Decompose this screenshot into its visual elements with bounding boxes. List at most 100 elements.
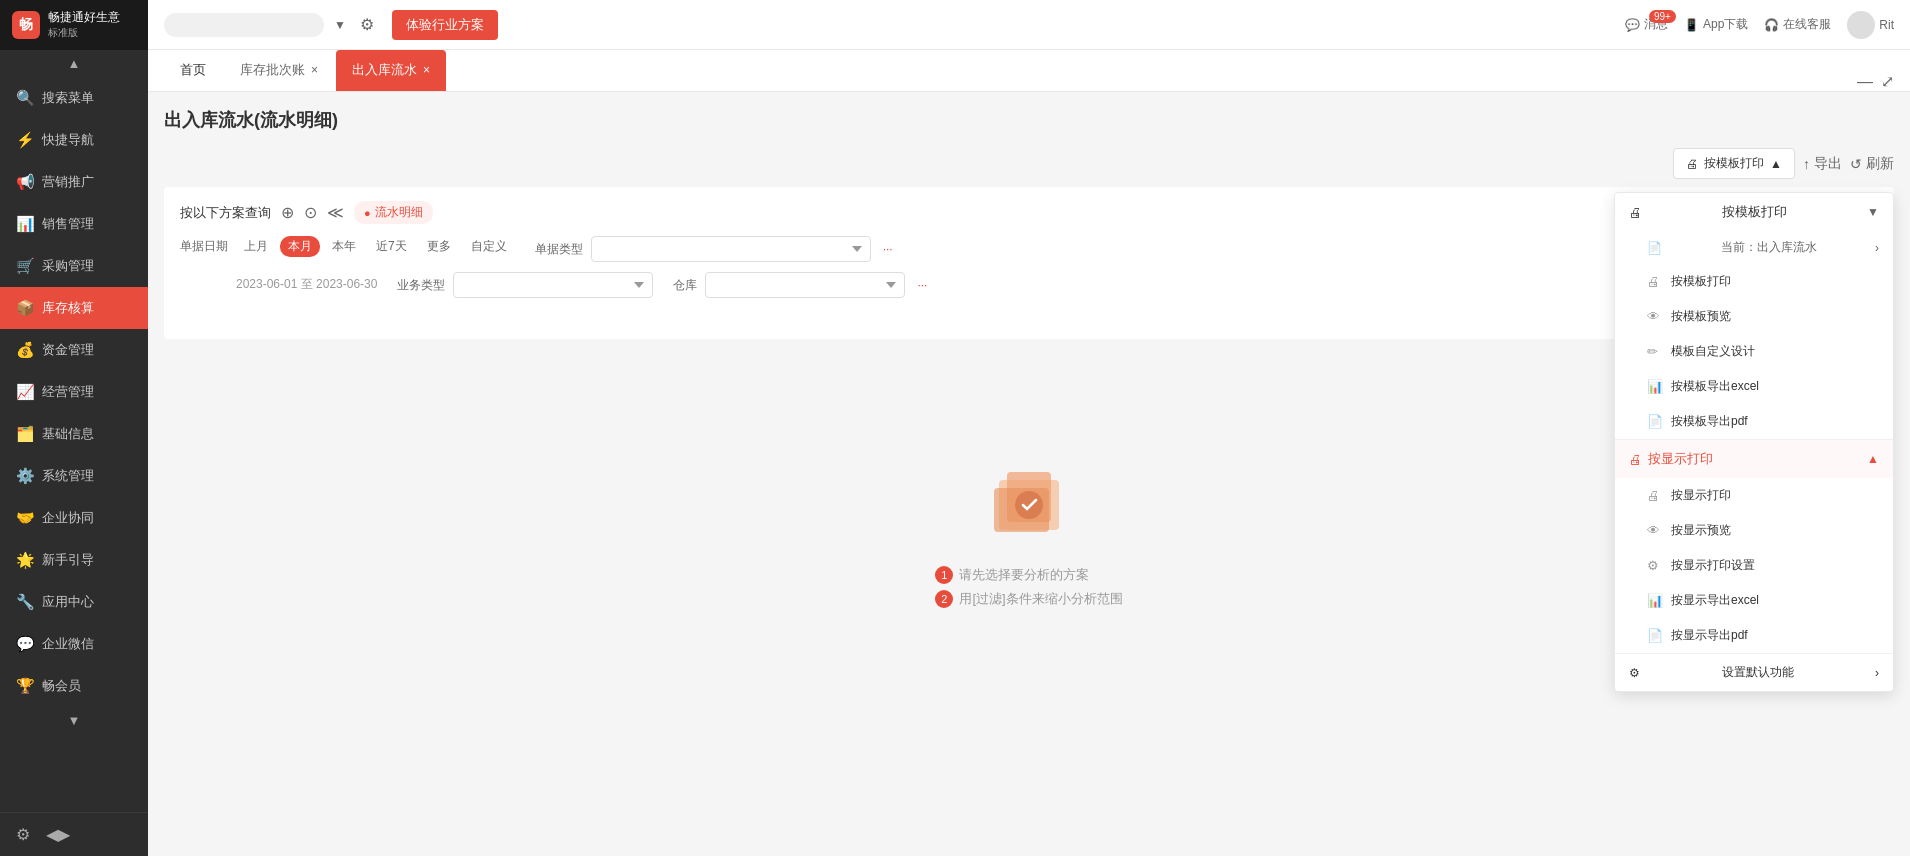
export-btn[interactable]: ↑ 导出 — [1803, 155, 1842, 173]
sidebar-item-operations[interactable]: 📈 经营管理 — [0, 371, 148, 413]
display-excel-label: 按显示导出excel — [1671, 592, 1759, 609]
sidebar-item-marketing[interactable]: 📢 营销推广 — [0, 161, 148, 203]
print-template-btn[interactable]: 🖨 按模板打印 ▲ — [1673, 148, 1795, 179]
sidebar-item-label: 快捷导航 — [42, 131, 94, 149]
filter-warehouse-group: 仓库 ··· — [673, 272, 927, 298]
sidebar-item-purchase[interactable]: 🛒 采购管理 — [0, 245, 148, 287]
display-print-toggle[interactable]: 🖨 按显示打印 ▲ — [1615, 440, 1893, 478]
date-tab-custom[interactable]: 自定义 — [463, 236, 515, 257]
display-print-item[interactable]: 🖨 按显示打印 — [1615, 478, 1893, 513]
sidebar-item-collab[interactable]: 🤝 企业协同 — [0, 497, 148, 539]
display-pdf-item[interactable]: 📄 按显示导出pdf — [1615, 618, 1893, 653]
tab-minimize-btn[interactable]: — — [1857, 73, 1873, 91]
filter-warehouse-more-btn[interactable]: ··· — [917, 278, 927, 292]
filter-collapse-btn[interactable]: ≪ — [327, 203, 344, 222]
user-avatar-btn[interactable]: Rit — [1847, 11, 1894, 39]
filter-business-type-label: 业务类型 — [397, 277, 445, 294]
template-preview-item[interactable]: 👁 按模板预览 — [1615, 299, 1893, 334]
filter-bill-more-btn[interactable]: ··· — [883, 242, 893, 256]
step-2-num: 2 — [935, 590, 953, 608]
operations-icon: 📈 — [16, 383, 34, 401]
search-dropdown-icon[interactable]: ▼ — [334, 18, 346, 32]
sidebar-item-system[interactable]: ⚙️ 系统管理 — [0, 455, 148, 497]
topbar: ▼ ⚙ 体验行业方案 💬 消息 99+ 📱 App下载 🎧 在线客服 Rit — [148, 0, 1910, 50]
filter-add-btn[interactable]: ⊕ — [281, 203, 294, 222]
empty-steps: 1 请先选择要分析的方案 2 用[过滤]条件来缩小分析范围 — [935, 566, 1122, 614]
service-icon: 🎧 — [1764, 18, 1779, 32]
filter-tag[interactable]: ● 流水明细 — [354, 201, 433, 224]
filter-warehouse-label: 仓库 — [673, 277, 697, 294]
inventory-icon: 📦 — [16, 299, 34, 317]
sidebar-item-search[interactable]: 🔍 搜索菜单 — [0, 77, 148, 119]
warehouse-select[interactable] — [705, 272, 905, 298]
tab-flow-water[interactable]: 出入库流水 × — [336, 50, 446, 91]
dropdown-footer[interactable]: ⚙ 设置默认功能 › — [1615, 654, 1893, 691]
template-print-label: 按模板打印 — [1722, 203, 1787, 221]
settings-bottom-icon[interactable]: ⚙ — [16, 825, 30, 844]
date-tab-last-month[interactable]: 上月 — [236, 236, 276, 257]
display-preview-icon: 👁 — [1647, 523, 1663, 539]
template-print-icon: 🖨 — [1629, 205, 1642, 220]
online-service-btn[interactable]: 🎧 在线客服 — [1764, 16, 1831, 33]
sidebar-item-label: 应用中心 — [42, 593, 94, 611]
marketing-icon: 📢 — [16, 173, 34, 191]
filter-settings-btn[interactable]: ⊙ — [304, 203, 317, 222]
tabs-bar: 首页 库存批次账 × 出入库流水 × — ⤢ — [148, 50, 1910, 92]
bill-type-select[interactable] — [591, 236, 871, 262]
logo-title: 畅捷通好生意 — [48, 10, 120, 26]
template-excel-item[interactable]: 📊 按模板导出excel — [1615, 369, 1893, 404]
footer-arrow: › — [1875, 666, 1879, 680]
sidebar-item-basics[interactable]: 🗂️ 基础信息 — [0, 413, 148, 455]
apps-icon: 🔧 — [16, 593, 34, 611]
template-design-item[interactable]: ✏ 模板自定义设计 — [1615, 334, 1893, 369]
search-icon: 🔍 — [16, 89, 34, 107]
tab-home-label: 首页 — [180, 61, 206, 79]
tab-maximize-btn[interactable]: ⤢ — [1881, 72, 1894, 91]
sidebar-item-shortcut[interactable]: ⚡ 快捷导航 — [0, 119, 148, 161]
tab-batch-account-close[interactable]: × — [311, 63, 318, 77]
topbar-gear-icon[interactable]: ⚙ — [360, 15, 374, 34]
filter-date-range-group: 单据日期 2023-06-01 至 2023-06-30 — [180, 272, 377, 293]
date-tab-7days[interactable]: 近7天 — [368, 236, 415, 257]
display-print-settings-item[interactable]: ⚙ 按显示打印设置 — [1615, 548, 1893, 583]
app-logo[interactable]: 畅 畅捷通好生意 标准版 — [0, 0, 148, 50]
scroll-up-btn[interactable]: ▲ — [0, 50, 148, 77]
sidebar-nav: ▲ 🔍 搜索菜单 ⚡ 快捷导航 📢 营销推广 📊 销售管理 🛒 采购管理 📦 库… — [0, 50, 148, 812]
search-input[interactable] — [164, 13, 324, 37]
sidebar-item-sales[interactable]: 📊 销售管理 — [0, 203, 148, 245]
display-print-icon: 🖨 — [1647, 488, 1663, 504]
collapse-sidebar-icon[interactable]: ◀▶ — [46, 825, 70, 844]
scroll-down-btn[interactable]: ▼ — [0, 707, 148, 734]
template-print-header[interactable]: 🖨 按模板打印 ▼ — [1615, 193, 1893, 231]
sidebar-item-apps[interactable]: 🔧 应用中心 — [0, 581, 148, 623]
basics-icon: 🗂️ — [16, 425, 34, 443]
app-download-btn[interactable]: 📱 App下载 — [1684, 16, 1748, 33]
refresh-btn[interactable]: ↺ 刷新 — [1850, 155, 1894, 173]
date-tab-this-year[interactable]: 本年 — [324, 236, 364, 257]
sidebar-item-member[interactable]: 🏆 畅会员 — [0, 665, 148, 707]
display-excel-item[interactable]: 📊 按显示导出excel — [1615, 583, 1893, 618]
tab-flow-water-close[interactable]: × — [423, 63, 430, 77]
sidebar-item-inventory[interactable]: 📦 库存核算 — [0, 287, 148, 329]
print-template-icon: 🖨 — [1647, 274, 1663, 290]
sidebar-item-finance[interactable]: 💰 资金管理 — [0, 329, 148, 371]
current-template-label: 当前：出入库流水 — [1721, 239, 1817, 256]
print-dropdown-panel: 🖨 按模板打印 ▼ 📄 当前：出入库流水 › 🖨 按模板打印 👁 按模板预览 — [1614, 192, 1894, 692]
date-tab-more[interactable]: 更多 — [419, 236, 459, 257]
date-tab-this-month[interactable]: 本月 — [280, 236, 320, 257]
trial-btn[interactable]: 体验行业方案 — [392, 10, 498, 40]
print-icon: 🖨 — [1686, 157, 1698, 171]
template-pdf-item[interactable]: 📄 按模板导出pdf — [1615, 404, 1893, 439]
template-print-item[interactable]: 🖨 按模板打印 — [1615, 264, 1893, 299]
excel-template-icon: 📊 — [1647, 379, 1663, 395]
business-type-select[interactable] — [453, 272, 653, 298]
tab-home[interactable]: 首页 — [164, 50, 222, 91]
sidebar-item-guide[interactable]: 🌟 新手引导 — [0, 539, 148, 581]
template-excel-label: 按模板导出excel — [1671, 378, 1759, 395]
message-btn[interactable]: 💬 消息 99+ — [1625, 16, 1668, 33]
display-preview-item[interactable]: 👁 按显示预览 — [1615, 513, 1893, 548]
sidebar-item-wechat[interactable]: 💬 企业微信 — [0, 623, 148, 665]
logo-sub: 标准版 — [48, 26, 120, 40]
tab-batch-account[interactable]: 库存批次账 × — [224, 50, 334, 91]
logo-icon: 畅 — [12, 11, 40, 39]
